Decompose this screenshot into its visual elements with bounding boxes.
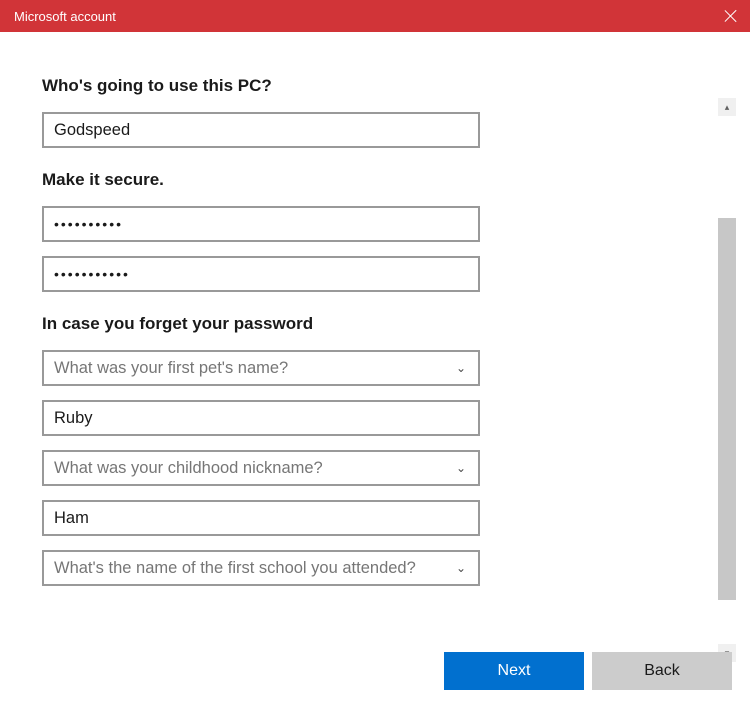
back-button[interactable]: Back (592, 652, 732, 690)
titlebar: Microsoft account (0, 0, 750, 32)
security-question-2-text: What was your childhood nickname? (54, 459, 456, 478)
chevron-down-icon: ⌄ (456, 461, 466, 475)
chevron-down-icon: ⌄ (456, 561, 466, 575)
scroll-up-arrow-icon[interactable]: ▴ (718, 98, 736, 116)
username-field-wrap[interactable] (42, 112, 480, 148)
security-answer-2-input[interactable] (54, 502, 468, 534)
scrollbar-thumb[interactable] (718, 218, 736, 600)
security-question-1-select[interactable]: What was your first pet's name? ⌄ (42, 350, 480, 386)
body-area: Who's going to use this PC? Make it secu… (0, 32, 750, 726)
window-title: Microsoft account (14, 9, 116, 24)
security-answer-2-wrap[interactable] (42, 500, 480, 536)
security-question-3-select[interactable]: What's the name of the first school you … (42, 550, 480, 586)
security-question-1-text: What was your first pet's name? (54, 359, 456, 378)
security-answer-1-input[interactable] (54, 402, 468, 434)
footer: Next Back (0, 640, 750, 726)
password-confirm-input[interactable]: ••••••••••• (54, 266, 130, 282)
form-scroll-region: Who's going to use this PC? Make it secu… (0, 32, 750, 640)
username-input[interactable] (54, 114, 468, 146)
heading-user: Who's going to use this PC? (42, 76, 690, 96)
password-field-wrap[interactable]: •••••••••• (42, 206, 480, 242)
next-button[interactable]: Next (444, 652, 584, 690)
heading-recovery: In case you forget your password (42, 314, 690, 334)
password-confirm-field-wrap[interactable]: ••••••••••• (42, 256, 480, 292)
password-input[interactable]: •••••••••• (54, 216, 123, 232)
security-answer-1-wrap[interactable] (42, 400, 480, 436)
scrollbar[interactable]: ▴ ▾ (718, 98, 736, 662)
chevron-down-icon: ⌄ (456, 361, 466, 375)
heading-secure: Make it secure. (42, 170, 690, 190)
close-icon[interactable] (724, 9, 738, 23)
security-question-3-text: What's the name of the first school you … (54, 559, 456, 578)
security-question-2-select[interactable]: What was your childhood nickname? ⌄ (42, 450, 480, 486)
